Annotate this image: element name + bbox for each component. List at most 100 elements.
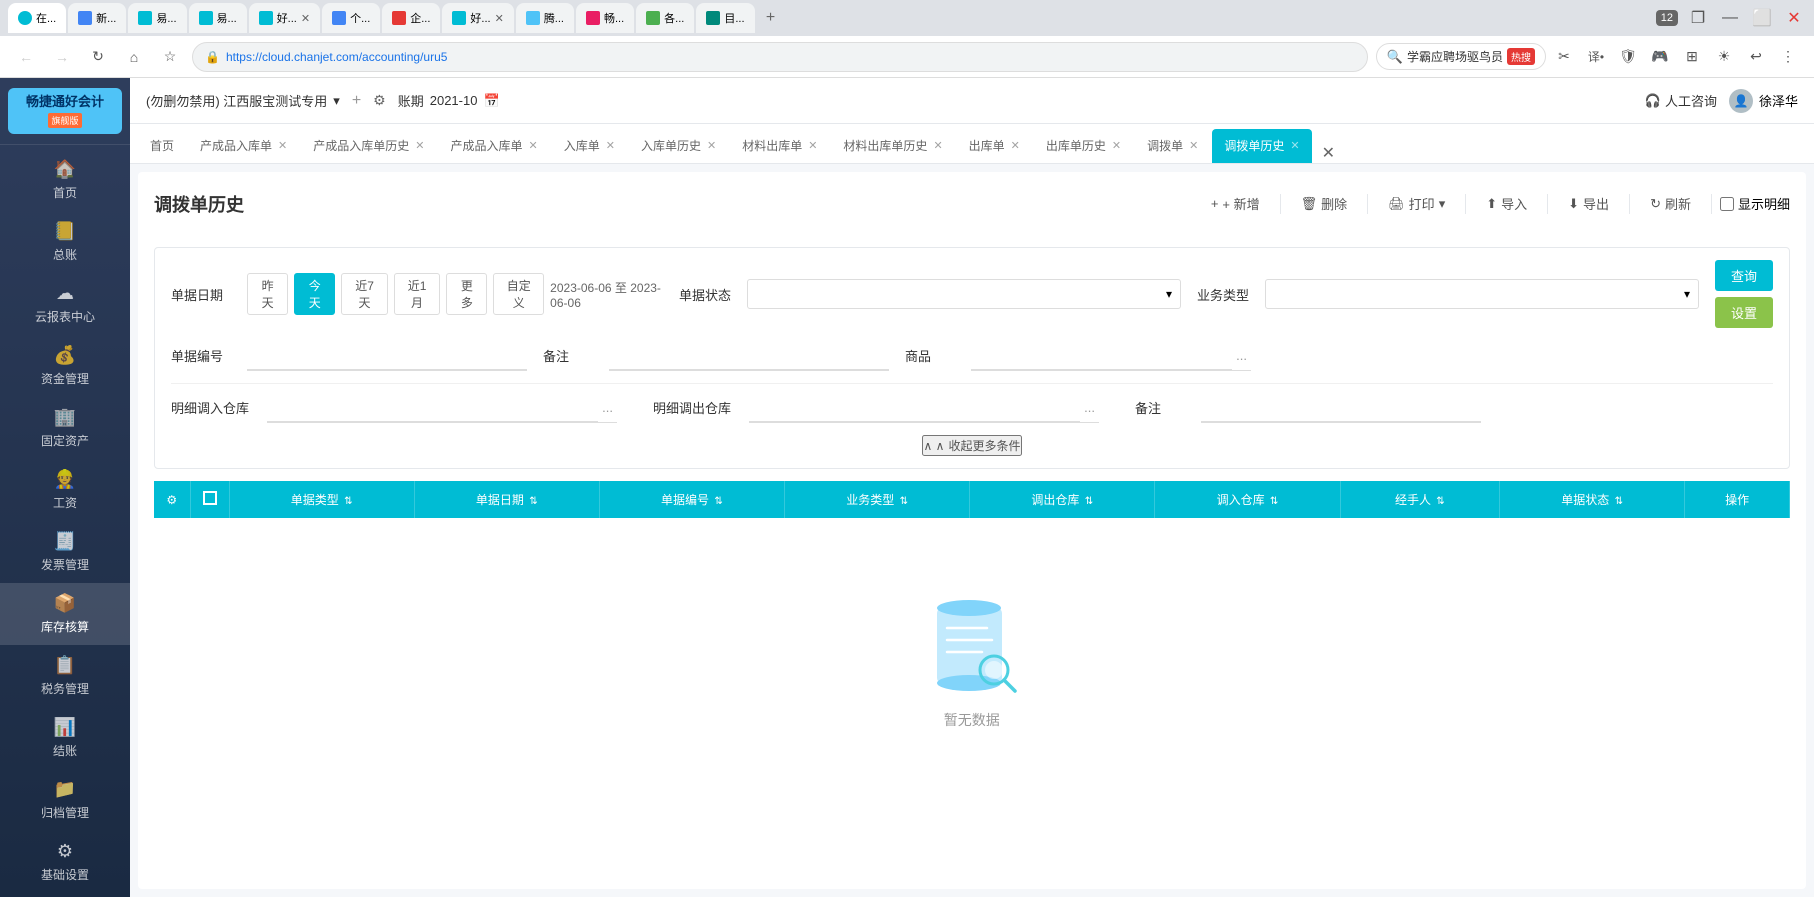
- th-out-warehouse[interactable]: 调出仓库 ⇅: [970, 481, 1155, 518]
- th-in-warehouse[interactable]: 调入仓库 ⇅: [1155, 481, 1340, 518]
- table-settings-icon[interactable]: ⚙: [166, 493, 177, 507]
- settings-button[interactable]: 设置: [1715, 297, 1773, 328]
- restore-window-btn[interactable]: ❐: [1686, 6, 1710, 30]
- home-button[interactable]: ⌂: [120, 43, 148, 71]
- user-service[interactable]: 🎧 人工咨询: [1645, 91, 1717, 110]
- date-btn-1month[interactable]: 近1月: [394, 273, 440, 315]
- close-all-tabs-button[interactable]: ✕: [1322, 143, 1335, 163]
- browser-tab-chanjet[interactable]: 在...: [8, 3, 66, 33]
- refresh-button[interactable]: ↻: [84, 43, 112, 71]
- remark2-input[interactable]: [1201, 392, 1481, 422]
- tab-material-outbound-history[interactable]: 材料出库单历史 ✕: [831, 129, 954, 163]
- browser-tab-6[interactable]: 企...: [382, 3, 440, 33]
- tab-close-transfer[interactable]: ✕: [1189, 139, 1198, 152]
- tab-close-inbound-history[interactable]: ✕: [707, 139, 716, 152]
- sidebar-item-guide[interactable]: 📖 新手引导: [0, 893, 130, 897]
- url-bar[interactable]: 🔒 https://cloud.chanjet.com/accounting/u…: [192, 42, 1368, 72]
- forward-button[interactable]: →: [48, 43, 76, 71]
- browser-tab-7[interactable]: 好... ✕: [442, 3, 513, 33]
- browser-tab-8[interactable]: 腾...: [516, 3, 574, 33]
- sidebar-item-fixed-assets[interactable]: 🏢 固定资产: [0, 397, 130, 459]
- refresh-toolbar-button[interactable]: ↻ 刷新: [1638, 188, 1703, 219]
- tab-close-inbound[interactable]: ✕: [606, 139, 615, 152]
- date-btn-today[interactable]: 今天: [294, 273, 335, 315]
- period-selector[interactable]: 账期 2021-10 📅: [398, 91, 500, 110]
- th-handler[interactable]: 经手人 ⇅: [1340, 481, 1500, 518]
- date-btn-custom[interactable]: 自定义: [493, 273, 544, 315]
- browser-tab-5[interactable]: 个...: [322, 3, 380, 33]
- tab-home[interactable]: 首页: [138, 129, 186, 163]
- browser-tab-11[interactable]: 目...: [696, 3, 754, 33]
- th-checkbox[interactable]: [190, 481, 229, 518]
- plus-icon[interactable]: +: [352, 92, 361, 110]
- menu-icon[interactable]: ⋮: [1774, 43, 1802, 71]
- th-order-type[interactable]: 单据类型 ⇅: [229, 481, 414, 518]
- query-button[interactable]: 查询: [1715, 260, 1773, 291]
- browser-tab-9[interactable]: 畅...: [576, 3, 634, 33]
- goods-more-icon[interactable]: ...: [1232, 348, 1251, 363]
- detail-in-more-icon[interactable]: ...: [598, 400, 617, 415]
- tab-fg-inbound-2[interactable]: 产成品入库单 ✕: [438, 129, 549, 163]
- biz-type-select[interactable]: ▾: [1265, 279, 1699, 309]
- goods-input[interactable]: [971, 340, 1232, 370]
- status-select[interactable]: ▾: [747, 279, 1181, 309]
- tab-transfer-history[interactable]: 调拨单历史 ✕: [1212, 129, 1311, 163]
- new-button[interactable]: + + 新增: [1199, 188, 1272, 219]
- sidebar-item-inventory[interactable]: 📦 库存核算: [0, 583, 130, 645]
- print-button[interactable]: 🖨 打印 ▾: [1376, 188, 1457, 219]
- detail-out-input[interactable]: [749, 392, 1080, 422]
- tab-close-fg-inbound-2[interactable]: ✕: [529, 139, 538, 152]
- browser-tab-10[interactable]: 各...: [636, 3, 694, 33]
- minimize-window-btn[interactable]: —: [1718, 6, 1742, 30]
- sidebar-item-ledger[interactable]: 📒 总账: [0, 211, 130, 273]
- sidebar-item-fund[interactable]: 💰 资金管理: [0, 335, 130, 397]
- company-selector[interactable]: (勿删勿禁用) 江西服宝测试专用 ▾: [146, 91, 340, 110]
- date-btn-7days[interactable]: 近7天: [341, 273, 387, 315]
- tab-inbound-history[interactable]: 入库单历史 ✕: [629, 129, 728, 163]
- history-icon[interactable]: ↩: [1742, 43, 1770, 71]
- scissors-icon[interactable]: ✂: [1550, 43, 1578, 71]
- tab-close-fg-inbound-history[interactable]: ✕: [415, 139, 424, 152]
- order-no-input[interactable]: [247, 340, 527, 370]
- import-button[interactable]: ⬆ 导入: [1474, 188, 1539, 219]
- grid-icon[interactable]: ⊞: [1678, 43, 1706, 71]
- th-order-no[interactable]: 单据编号 ⇅: [599, 481, 784, 518]
- tab-transfer[interactable]: 调拨单 ✕: [1135, 129, 1210, 163]
- show-all-toggle[interactable]: 显示明细: [1720, 194, 1790, 213]
- sidebar-item-cloud-report[interactable]: ☁ 云报表中心: [0, 273, 130, 335]
- tab-outbound[interactable]: 出库单 ✕: [957, 129, 1032, 163]
- brightness-icon[interactable]: ☀: [1710, 43, 1738, 71]
- detail-in-input[interactable]: [267, 392, 598, 422]
- browser-tab-1[interactable]: 新...: [68, 3, 126, 33]
- sidebar-item-settings[interactable]: ⚙ 基础设置: [0, 831, 130, 893]
- detail-out-more-icon[interactable]: ...: [1080, 400, 1099, 415]
- browser-tab-3[interactable]: 易...: [189, 3, 247, 33]
- th-status[interactable]: 单据状态 ⇅: [1500, 481, 1685, 518]
- sidebar-item-tax[interactable]: 📋 税务管理: [0, 645, 130, 707]
- tab-close-material-outbound[interactable]: ✕: [808, 139, 817, 152]
- browser-tab-4[interactable]: 好... ✕: [249, 3, 320, 33]
- tab-close-icon[interactable]: ✕: [301, 12, 310, 25]
- tab-close-icon-7[interactable]: ✕: [495, 12, 504, 25]
- bookmark-button[interactable]: ☆: [156, 43, 184, 71]
- tab-close-transfer-history[interactable]: ✕: [1290, 139, 1299, 152]
- tab-material-outbound[interactable]: 材料出库单 ✕: [730, 129, 829, 163]
- th-settings[interactable]: ⚙: [154, 481, 190, 518]
- th-order-date[interactable]: 单据日期 ⇅: [414, 481, 599, 518]
- close-window-btn[interactable]: ✕: [1782, 6, 1806, 30]
- delete-button[interactable]: 🗑 删除: [1289, 188, 1360, 219]
- sidebar-item-home[interactable]: 🏠 首页: [0, 149, 130, 211]
- collapse-filter-button[interactable]: ∧ ∧ 收起更多条件: [922, 435, 1023, 456]
- tab-close-outbound-history[interactable]: ✕: [1112, 139, 1121, 152]
- th-biz-type[interactable]: 业务类型 ⇅: [785, 481, 970, 518]
- sidebar-item-closing[interactable]: 📊 结账: [0, 707, 130, 769]
- translate-icon[interactable]: 译•: [1582, 43, 1610, 71]
- show-all-checkbox[interactable]: [1720, 197, 1734, 211]
- shield-icon[interactable]: 🛡: [1614, 43, 1642, 71]
- export-button[interactable]: ⬇ 导出: [1556, 188, 1621, 219]
- tab-close-fg-inbound[interactable]: ✕: [278, 139, 287, 152]
- user-info[interactable]: 👤 徐泽华: [1729, 89, 1798, 113]
- sidebar-item-archive[interactable]: 📁 归档管理: [0, 769, 130, 831]
- back-button[interactable]: ←: [12, 43, 40, 71]
- sidebar-item-invoice[interactable]: 🧾 发票管理: [0, 521, 130, 583]
